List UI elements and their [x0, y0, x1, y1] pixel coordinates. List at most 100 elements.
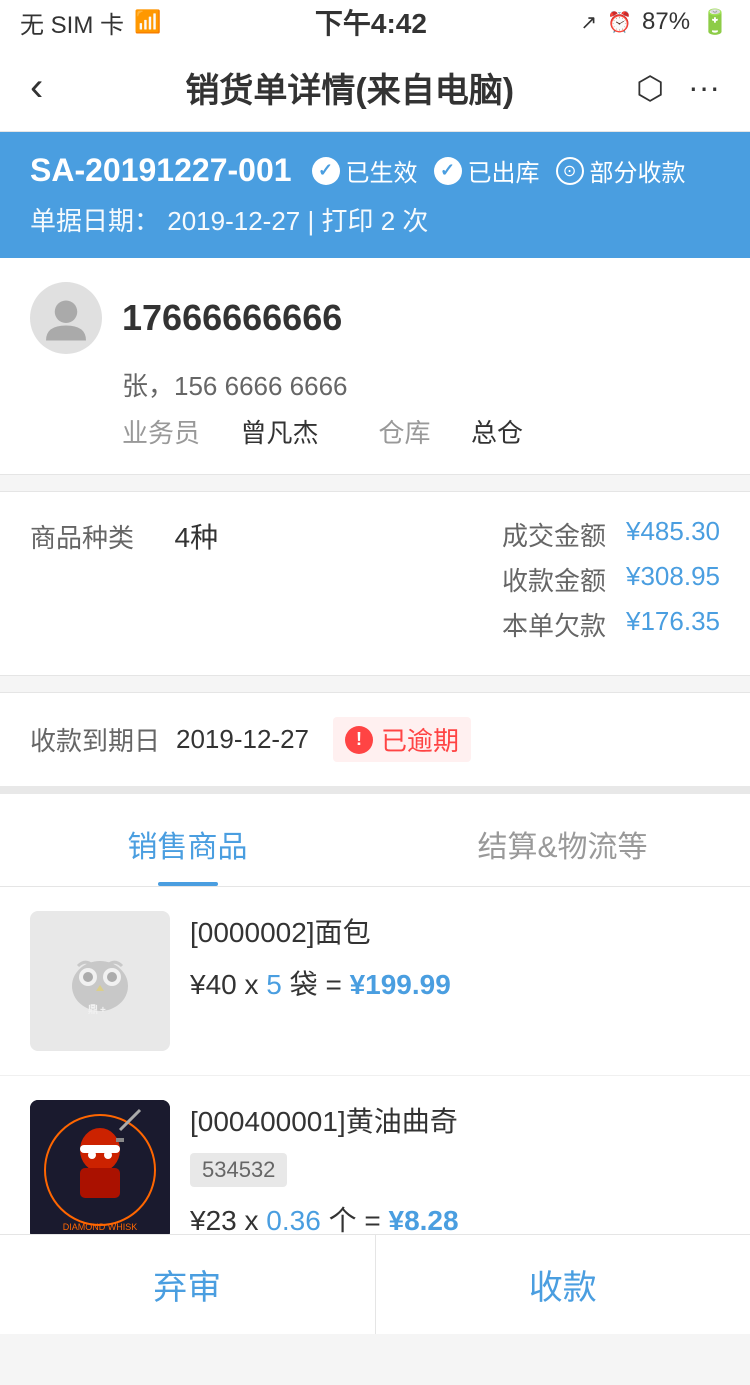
badge-effective: ✓ 已生效 — [312, 153, 418, 188]
print-count: 2 — [381, 206, 395, 236]
amount-value: ¥485.30 — [626, 516, 720, 553]
customer-meta: 业务员 曾凡杰 仓库 总仓 — [122, 413, 720, 450]
stats-left: 商品种类 4种 — [30, 516, 218, 556]
product-info-1: [0000002]面包 ¥40 x 5 袋 = ¥199.99 — [190, 911, 720, 1003]
clock-icon: ⊙ — [556, 157, 584, 185]
print-suffix: 次 — [402, 206, 428, 236]
back-button[interactable]: ‹ — [30, 65, 43, 110]
date-label: 单据日期： — [30, 206, 160, 236]
status-left: 无 SIM 卡 📶 — [20, 5, 161, 40]
overdue-badge: ! 已逾期 — [333, 717, 471, 762]
battery-text: 87% — [642, 8, 690, 36]
location-icon: ↗ — [580, 10, 597, 35]
warehouse-meta: 仓库 总仓 — [379, 413, 524, 450]
price-sep-1: x — [245, 969, 267, 1000]
svg-text:+: + — [100, 1005, 106, 1016]
received-line: 收款金额 ¥308.95 — [502, 561, 720, 598]
status-time: 下午4:42 — [315, 2, 427, 42]
sales-label: 业务员 — [122, 418, 200, 448]
check-icon-2: ✓ — [434, 157, 462, 185]
total-1: ¥199.99 — [350, 969, 451, 1000]
qty-2: 0.36 — [266, 1205, 321, 1236]
price-sep-2: x — [245, 1205, 267, 1236]
product-info-2: [000400001]黄油曲奇 534532 ¥23 x 0.36 个 = ¥8… — [190, 1100, 720, 1239]
carrier-text: 无 SIM 卡 — [20, 5, 124, 40]
product-image-1: 鼎 + — [30, 911, 170, 1051]
due-section: 收款到期日 2019-12-27 ! 已逾期 — [0, 692, 750, 794]
stats-right: 成交金额 ¥485.30 收款金额 ¥308.95 本单欠款 ¥176.35 — [502, 516, 720, 651]
status-bar: 无 SIM 卡 📶 下午4:42 ↗ ⏰ 87% 🔋 — [0, 0, 750, 44]
bottom-bar: 弃审 收款 — [0, 1234, 750, 1334]
nav-actions: ⬡ ··· — [636, 69, 720, 107]
svg-text:DIAMOND WHISK: DIAMOND WHISK — [63, 1222, 138, 1232]
confirm-button[interactable]: 收款 — [376, 1235, 750, 1334]
category-label: 商品种类 — [30, 523, 134, 553]
cancel-button[interactable]: 弃审 — [0, 1235, 376, 1334]
eq-1: = — [325, 969, 349, 1000]
battery-icon: 🔋 — [700, 8, 730, 37]
sales-space — [207, 418, 233, 448]
badge-partial: ⊙ 部分收款 — [556, 153, 686, 188]
product-sku-2: 534532 — [190, 1153, 287, 1187]
sales-value: 曾凡杰 — [241, 418, 319, 448]
page-title: 销货单详情(来自电脑) — [63, 63, 636, 112]
wifi-icon: 📶 — [134, 9, 161, 35]
warehouse-label: 仓库 — [379, 418, 431, 448]
print-separator: | — [307, 206, 321, 236]
date-value: 2019-12-27 — [167, 206, 300, 236]
badge-effective-label: 已生效 — [346, 153, 418, 188]
product-name-1: [0000002]面包 — [190, 911, 720, 951]
check-icon-1: ✓ — [312, 157, 340, 185]
unit-2: 个 — [329, 1205, 357, 1236]
sales-meta: 业务员 曾凡杰 — [122, 413, 319, 450]
price-2: ¥23 — [190, 1205, 237, 1236]
eq-2: = — [364, 1205, 388, 1236]
unit-1: 袋 — [290, 969, 318, 1000]
category-space — [141, 523, 167, 553]
debt-label: 本单欠款 — [502, 606, 606, 643]
customer-name: 17666666666 — [122, 297, 342, 339]
order-id: SA-20191227-001 — [30, 152, 292, 189]
due-label: 收款到期日 — [30, 721, 160, 758]
alarm-icon: ⏰ — [607, 10, 632, 35]
product-placeholder-1: 鼎 + — [30, 911, 170, 1051]
qty-1: 5 — [266, 969, 282, 1000]
more-icon[interactable]: ··· — [688, 69, 720, 106]
share-icon[interactable]: ⬡ — [636, 69, 664, 107]
product-name-2: [000400001]黄油曲奇 — [190, 1100, 720, 1140]
stats-section: 商品种类 4种 成交金额 ¥485.30 收款金额 ¥308.95 本单欠款 ¥… — [0, 491, 750, 676]
table-row: 鼎 + [0000002]面包 ¥40 x 5 袋 = ¥199.99 — [0, 887, 750, 1076]
customer-contact: 张，156 6666 6666 — [122, 366, 720, 403]
debt-value: ¥176.35 — [626, 606, 720, 643]
overdue-text: 已逾期 — [381, 721, 459, 758]
category-value: 4种 — [175, 522, 219, 553]
warehouse-space — [438, 418, 464, 448]
overdue-icon: ! — [345, 726, 373, 754]
total-2: ¥8.28 — [389, 1205, 459, 1236]
order-date: 单据日期： 2019-12-27 | 打印 2 次 — [30, 201, 720, 238]
received-label: 收款金额 — [502, 561, 606, 598]
amount-label: 成交金额 — [502, 516, 606, 553]
status-right: ↗ ⏰ 87% 🔋 — [580, 8, 730, 37]
tabs: 销售商品 结算&物流等 — [0, 794, 750, 887]
print-label: 打印 — [321, 206, 373, 236]
badge-shipped: ✓ 已出库 — [434, 153, 540, 188]
amount-line: 成交金额 ¥485.30 — [502, 516, 720, 553]
avatar — [30, 282, 102, 354]
badge-partial-label: 部分收款 — [590, 153, 686, 188]
tab-sales-products[interactable]: 销售商品 — [0, 794, 375, 886]
product-price-1: ¥40 x 5 袋 = ¥199.99 — [190, 963, 720, 1003]
price-1: ¥40 — [190, 969, 237, 1000]
debt-line: 本单欠款 ¥176.35 — [502, 606, 720, 643]
product-price-2: ¥23 x 0.36 个 = ¥8.28 — [190, 1199, 720, 1239]
status-badges: ✓ 已生效 ✓ 已出库 ⊙ 部分收款 — [312, 153, 686, 188]
tab-settlement[interactable]: 结算&物流等 — [375, 794, 750, 886]
nav-bar: ‹ 销货单详情(来自电脑) ⬡ ··· — [0, 44, 750, 132]
svg-text:鼎: 鼎 — [88, 1004, 98, 1016]
customer-section: 17666666666 张，156 6666 6666 业务员 曾凡杰 仓库 总… — [0, 258, 750, 475]
product-list: 鼎 + [0000002]面包 ¥40 x 5 袋 = ¥199.99 — [0, 887, 750, 1265]
order-header: SA-20191227-001 ✓ 已生效 ✓ 已出库 ⊙ 部分收款 单据日期：… — [0, 132, 750, 258]
due-date: 2019-12-27 — [176, 724, 309, 755]
badge-shipped-label: 已出库 — [468, 153, 540, 188]
received-value: ¥308.95 — [626, 561, 720, 598]
